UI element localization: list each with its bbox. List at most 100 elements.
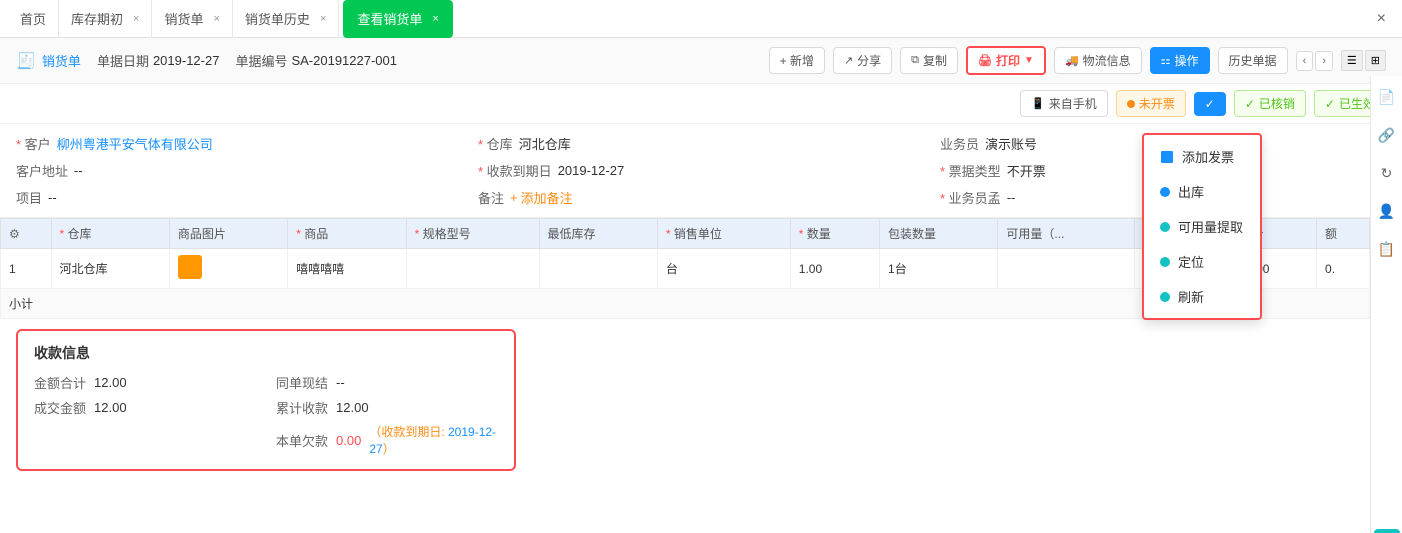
col-available: 可用量（... [998,219,1135,249]
locate-menu-item[interactable]: 定位 [1144,244,1260,279]
sidebar-user-icon[interactable]: 👤 [1374,198,1400,224]
add-note-button[interactable]: + 添加备注 [510,188,573,207]
product-thumbnail [178,255,202,279]
from-phone-button[interactable]: 📱 来自手机 [1020,90,1108,117]
col-min-stock: 最低库存 [539,219,657,249]
copy-button[interactable]: ⧉ 复制 [900,47,958,74]
sidebar-expand-icon[interactable]: ⛶ [1374,529,1400,533]
window-close-button[interactable]: × [1369,6,1394,32]
col-quantity: * 数量 [790,219,879,249]
new-button[interactable]: + 新增 [769,47,825,74]
next-button[interactable]: › [1315,51,1333,71]
tab-sales-history-close[interactable]: × [320,13,326,25]
col-spec: * 规格型号 [406,219,539,249]
tab-sales-history-label: 销货单历史 [245,9,310,28]
tab-view-sales-label: 查看销货单 [357,9,422,28]
form-meta: 单据日期 2019-12-27 单据编号 SA-20191227-001 [97,51,397,70]
bill-type-label: 票据类型 [940,161,1001,180]
summary-box: 收款信息 金额合计 12.00 同单现结 -- 成交金额 12.00 累计收款 … [16,329,516,471]
gear-icon[interactable]: ⚙ [9,227,20,241]
customer-addr-field: 客户地址 -- [16,161,462,180]
operations-button[interactable]: ⚏ 操作 [1150,47,1210,74]
available-qty-menu-item[interactable]: 可用量提取 [1144,209,1260,244]
col-gear[interactable]: ⚙ [1,219,52,249]
tab-view-sales-close[interactable]: × [432,13,438,25]
refresh-icon [1160,292,1170,302]
staff-label: 业务员 [940,134,979,153]
salesperson-label: 业务员孟 [940,188,1001,207]
layout-icons: ☰ ⊞ [1341,50,1386,71]
row-warehouse: 河北仓库 [51,249,169,289]
row-available [998,249,1135,289]
col-warehouse: * 仓库 [51,219,169,249]
outbound-menu-item[interactable]: 出库 [1144,174,1260,209]
right-sidebar: 📄 🔗 ↻ 👤 📋 ⛶ [1370,76,1402,533]
note-field: 备注 + 添加备注 [478,188,924,207]
summary-same-order-payment: 同单现结 -- [276,373,498,392]
tab-sales[interactable]: 销货单 × [152,0,232,38]
row-min-stock [539,249,657,289]
history-button[interactable]: 历史单据 [1218,47,1288,74]
row-amount: 0. [1317,249,1370,289]
add-invoice-menu-item[interactable]: 添加发票 [1144,139,1260,174]
customer-addr-value: -- [74,163,83,178]
project-label: 项目 [16,188,42,207]
summary-accumulated-payment: 累计收款 12.00 [276,398,498,417]
row-product: 嘻嘻嘻嘻 [288,249,406,289]
customer-field: 客户 柳州粤港平安气体有限公司 [16,134,462,153]
check-button[interactable]: ✓ [1194,92,1226,116]
not-opened-button[interactable]: 未开票 [1116,90,1186,117]
customer-addr-label: 客户地址 [16,161,68,180]
add-invoice-icon [1160,150,1174,164]
locate-icon [1160,257,1170,267]
col-product-img: 商品图片 [169,219,287,249]
col-product: * 商品 [288,219,406,249]
share-button[interactable]: ↗ 分享 [833,47,892,74]
warehouse-field: 仓库 河北仓库 [478,134,924,153]
row-sales-unit: 台 [657,249,790,289]
prev-button[interactable]: ‹ [1296,51,1314,71]
summary-grid: 金额合计 12.00 同单现结 -- 成交金额 12.00 累计收款 12.00… [34,373,498,457]
customer-label: 客户 [16,134,51,153]
form-actions: + 新增 ↗ 分享 ⧉ 复制 🖨 打印 ▼ 🚚 物流信息 [769,46,1386,75]
warehouse-label: 仓库 [478,134,513,153]
row-spec [406,249,539,289]
payment-date-label: 收款到期日 [478,161,552,180]
row-product-img [169,249,287,289]
warehouse-value: 河北仓库 [519,134,571,153]
col-pack-qty: 包装数量 [880,219,998,249]
sub-action-bar: 📱 来自手机 未开票 ✓ ✓ 已核销 ✓ 已生效 [0,84,1402,124]
summary-order-debt: 本单欠款 0.00 （收款到期日: 2019-12-27） [276,423,498,457]
tab-inventory-close[interactable]: × [133,13,139,25]
print-button[interactable]: 🖨 打印 ▼ [966,46,1046,75]
sidebar-refresh-icon[interactable]: ↻ [1374,160,1400,186]
tab-view-sales[interactable]: 查看销货单 × [343,0,452,38]
date-label: 单据日期 2019-12-27 [97,51,220,70]
grid-layout-button[interactable]: ⊞ [1365,50,1386,71]
col-sales-unit: * 销售单位 [657,219,790,249]
refresh-menu-item[interactable]: 刷新 [1144,279,1260,314]
outbound-icon [1160,187,1170,197]
logistics-button[interactable]: 🚚 物流信息 [1054,47,1142,74]
row-no: 1 [1,249,52,289]
sidebar-doc-icon[interactable]: 📄 [1374,84,1400,110]
summary-deal-amount: 成交金额 12.00 [34,398,256,417]
sidebar-link-icon[interactable]: 🔗 [1374,122,1400,148]
tab-sales-close[interactable]: × [213,13,219,25]
row-quantity: 1.00 [790,249,879,289]
project-value: -- [48,190,57,205]
staff-value: 演示账号 [985,134,1037,153]
sold-badge: ✓ 已核销 [1234,90,1306,117]
tab-sales-history[interactable]: 销货单历史 × [233,0,339,38]
sidebar-list-icon[interactable]: 📋 [1374,236,1400,262]
list-layout-button[interactable]: ☰ [1341,50,1363,71]
nav-arrows: ‹ › [1296,51,1333,71]
tab-home[interactable]: 首页 [8,0,59,38]
tab-bar: 首页 库存期初 × 销货单 × 销货单历史 × 查看销货单 × × [0,0,1402,38]
bill-type-value: 不开票 [1007,161,1046,180]
payment-date-value: 2019-12-27 [558,163,625,178]
available-qty-icon [1160,222,1170,232]
operations-dropdown: 添加发票 出库 可用量提取 定位 刷新 [1142,133,1262,320]
customer-value[interactable]: 柳州粤港平安气体有限公司 [57,134,213,153]
tab-inventory[interactable]: 库存期初 × [59,0,152,38]
